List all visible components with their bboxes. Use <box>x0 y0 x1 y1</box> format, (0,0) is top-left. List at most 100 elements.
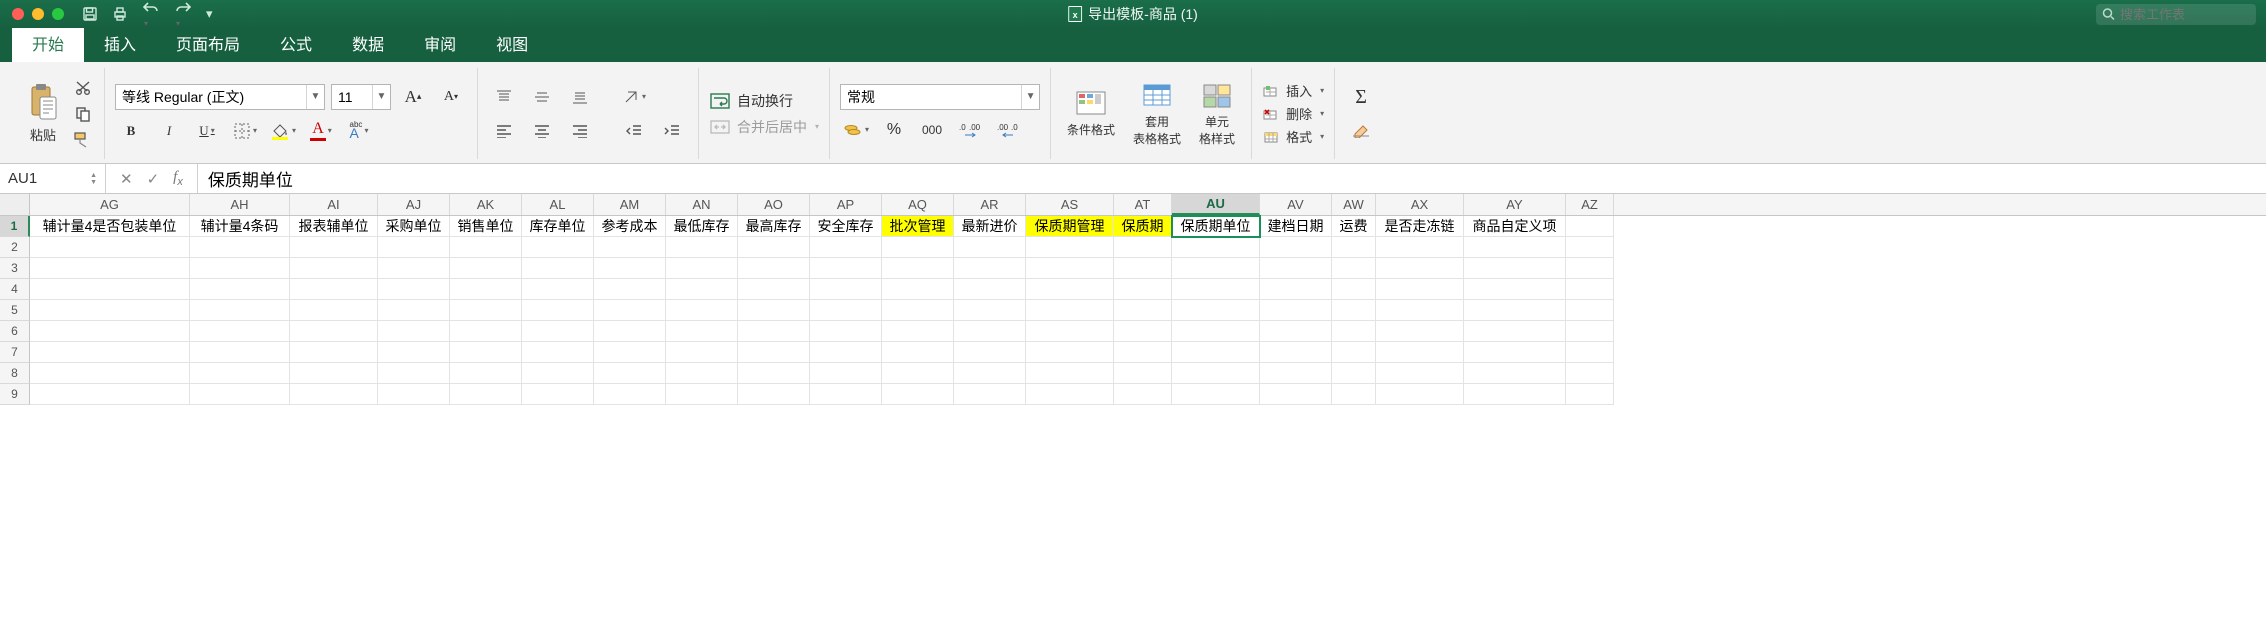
cell[interactable] <box>1566 384 1614 405</box>
cell[interactable] <box>378 279 450 300</box>
orientation-icon[interactable]: ▾ <box>618 83 650 111</box>
cell[interactable] <box>1260 384 1332 405</box>
cell[interactable] <box>190 321 290 342</box>
cell[interactable] <box>290 300 378 321</box>
cell[interactable] <box>450 279 522 300</box>
cell[interactable] <box>1172 279 1260 300</box>
cell[interactable] <box>882 300 954 321</box>
minimize-window-icon[interactable] <box>32 8 44 20</box>
font-size-combo[interactable]: ▼ <box>331 84 391 110</box>
cell[interactable] <box>594 279 666 300</box>
conditional-format-button[interactable]: 条件格式 <box>1061 85 1121 142</box>
italic-button[interactable]: I <box>153 117 185 145</box>
align-bottom-icon[interactable] <box>564 83 596 111</box>
cell[interactable]: 辅计量4条码 <box>190 216 290 237</box>
cell[interactable] <box>666 279 738 300</box>
col-header-AG[interactable]: AG <box>30 194 190 215</box>
cell[interactable] <box>1376 321 1464 342</box>
col-header-AN[interactable]: AN <box>666 194 738 215</box>
customize-qat-icon[interactable]: ▾ <box>206 6 213 22</box>
cell[interactable]: 安全库存 <box>810 216 882 237</box>
cell[interactable] <box>190 363 290 384</box>
merge-center-button[interactable]: 合并后居中▾ <box>709 117 819 137</box>
cell[interactable] <box>882 342 954 363</box>
cell[interactable]: 批次管理 <box>882 216 954 237</box>
cell[interactable] <box>1464 258 1566 279</box>
cell[interactable] <box>30 279 190 300</box>
align-middle-icon[interactable] <box>526 83 558 111</box>
col-header-AI[interactable]: AI <box>290 194 378 215</box>
cell[interactable]: 参考成本 <box>594 216 666 237</box>
cell[interactable] <box>1376 258 1464 279</box>
cell[interactable] <box>738 300 810 321</box>
cell[interactable] <box>290 237 378 258</box>
close-window-icon[interactable] <box>12 8 24 20</box>
cell[interactable] <box>1464 279 1566 300</box>
col-header-AJ[interactable]: AJ <box>378 194 450 215</box>
cell[interactable] <box>1566 363 1614 384</box>
decrease-font-icon[interactable]: A▾ <box>435 83 467 111</box>
row-header[interactable]: 1 <box>0 216 30 237</box>
copy-icon[interactable] <box>72 104 94 124</box>
cell[interactable]: 是否走冻链 <box>1376 216 1464 237</box>
tab-开始[interactable]: 开始 <box>12 23 84 62</box>
col-header-AO[interactable]: AO <box>738 194 810 215</box>
cell[interactable] <box>594 300 666 321</box>
cell[interactable] <box>1172 384 1260 405</box>
cell[interactable] <box>190 237 290 258</box>
comma-icon[interactable]: 000 <box>916 116 948 144</box>
col-header-AL[interactable]: AL <box>522 194 594 215</box>
cell[interactable] <box>666 258 738 279</box>
phonetic-button[interactable]: abcA▾ <box>343 117 375 145</box>
cell[interactable] <box>738 321 810 342</box>
cell[interactable] <box>522 300 594 321</box>
cell[interactable] <box>1026 384 1114 405</box>
cell[interactable] <box>378 363 450 384</box>
font-name-combo[interactable]: ▼ <box>115 84 325 110</box>
cell[interactable] <box>882 258 954 279</box>
cell[interactable] <box>1114 258 1172 279</box>
cell[interactable] <box>1332 279 1376 300</box>
cell[interactable] <box>954 321 1026 342</box>
undo-icon[interactable]: ▾ <box>142 0 160 29</box>
cell[interactable] <box>1566 300 1614 321</box>
cell[interactable] <box>1376 237 1464 258</box>
cell[interactable] <box>954 363 1026 384</box>
cell[interactable] <box>1464 237 1566 258</box>
cell[interactable] <box>1026 321 1114 342</box>
cell[interactable] <box>522 384 594 405</box>
increase-indent-icon[interactable] <box>656 117 688 145</box>
cell-styles-button[interactable]: 单元 格样式 <box>1193 77 1241 151</box>
cell[interactable] <box>1566 279 1614 300</box>
save-icon[interactable] <box>82 6 98 22</box>
cell[interactable] <box>1332 363 1376 384</box>
row-header[interactable]: 8 <box>0 363 30 384</box>
cell[interactable] <box>1464 384 1566 405</box>
cell[interactable] <box>1260 237 1332 258</box>
cell[interactable] <box>30 300 190 321</box>
cell[interactable] <box>450 384 522 405</box>
cell[interactable] <box>190 279 290 300</box>
cell[interactable] <box>1376 279 1464 300</box>
cell[interactable] <box>450 363 522 384</box>
enter-formula-icon[interactable]: ✓ <box>147 170 160 188</box>
cell[interactable] <box>522 342 594 363</box>
col-header-AX[interactable]: AX <box>1376 194 1464 215</box>
cell[interactable] <box>190 342 290 363</box>
col-header-AS[interactable]: AS <box>1026 194 1114 215</box>
cell[interactable] <box>738 363 810 384</box>
col-header-AW[interactable]: AW <box>1332 194 1376 215</box>
cell[interactable] <box>378 300 450 321</box>
cell[interactable] <box>738 237 810 258</box>
cell[interactable] <box>1260 342 1332 363</box>
cell[interactable]: 商品自定义项 <box>1464 216 1566 237</box>
increase-font-icon[interactable]: A▴ <box>397 83 429 111</box>
cancel-formula-icon[interactable]: ✕ <box>120 170 133 188</box>
cell[interactable] <box>1114 321 1172 342</box>
cell[interactable]: 保质期管理 <box>1026 216 1114 237</box>
cell[interactable] <box>954 342 1026 363</box>
cell[interactable] <box>810 279 882 300</box>
print-icon[interactable] <box>112 6 128 22</box>
cell[interactable] <box>30 258 190 279</box>
row-header[interactable]: 6 <box>0 321 30 342</box>
